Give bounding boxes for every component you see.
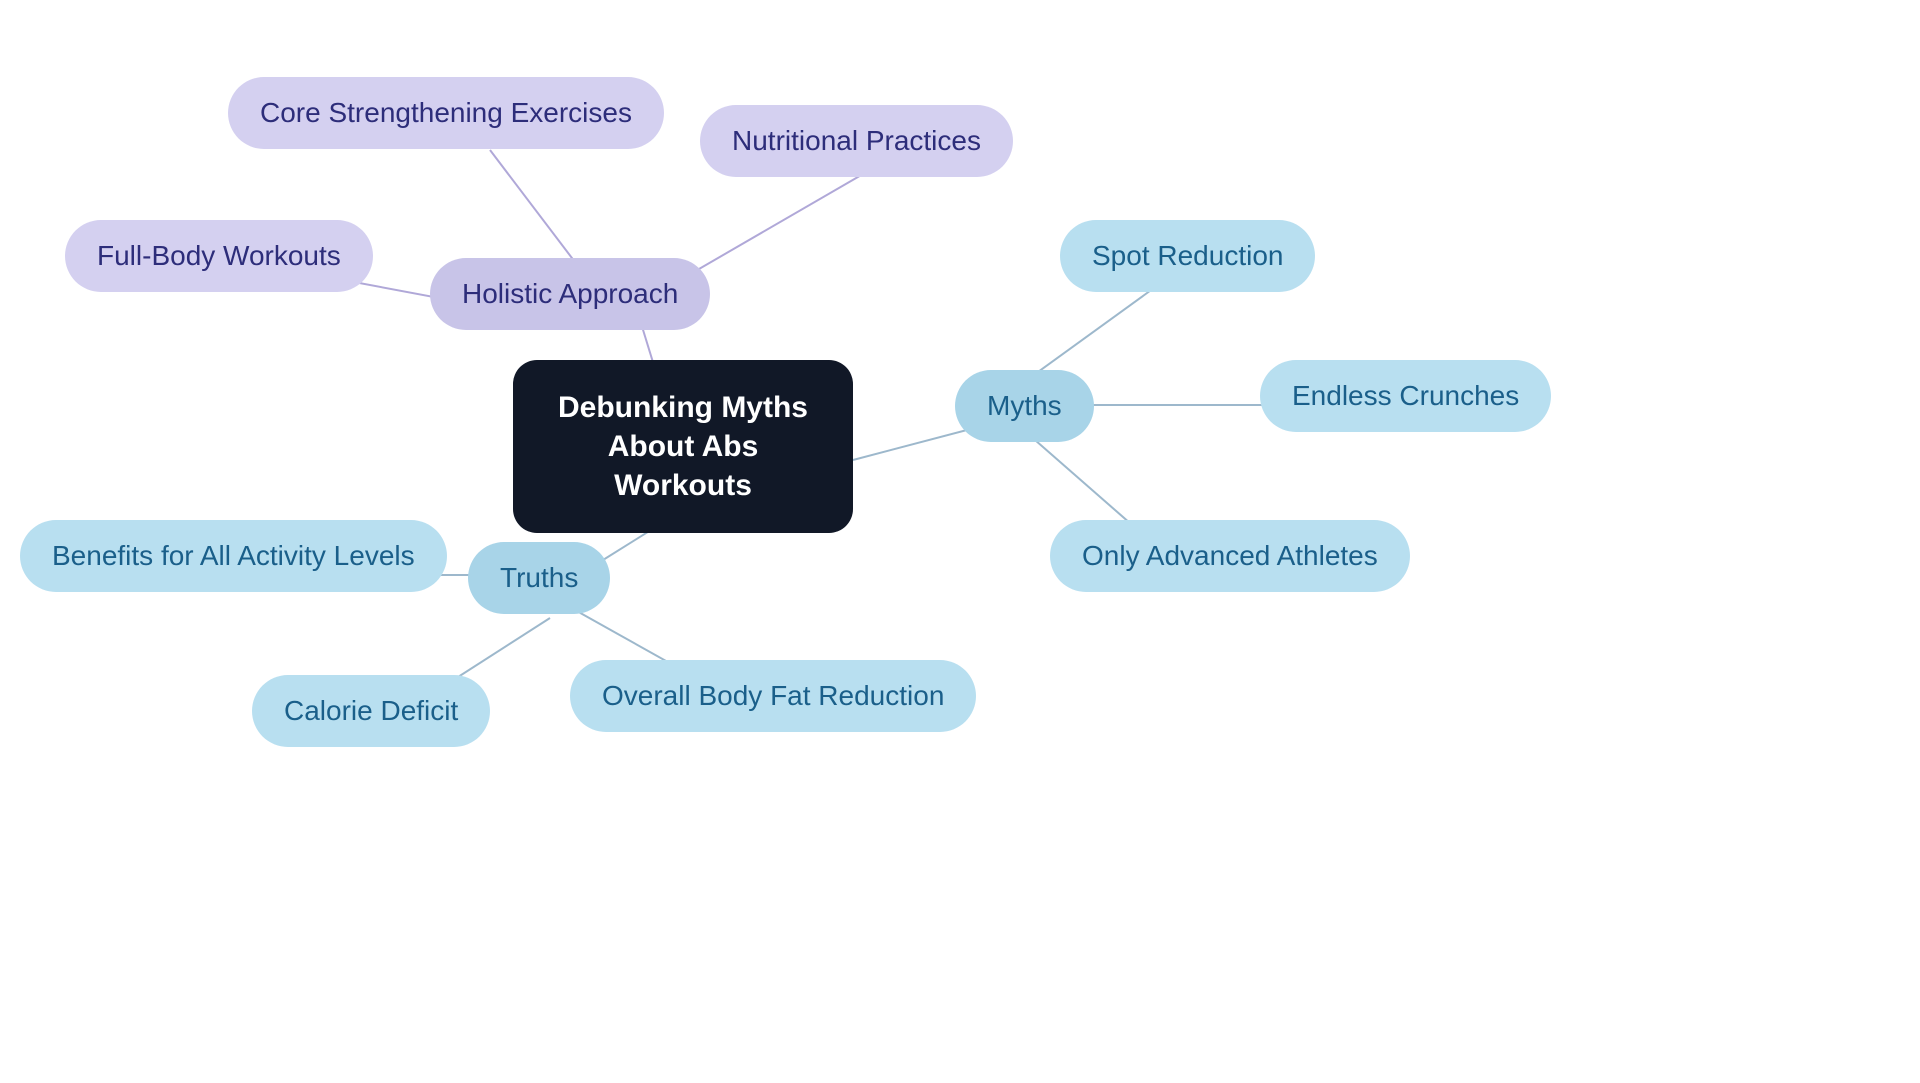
- node-full-body-workouts: Full-Body Workouts: [65, 220, 373, 292]
- node-only-advanced-athletes: Only Advanced Athletes: [1050, 520, 1410, 592]
- node-truths: Truths: [468, 542, 610, 614]
- node-nutritional-practices: Nutritional Practices: [700, 105, 1013, 177]
- node-holistic-approach: Holistic Approach: [430, 258, 710, 330]
- center-node: Debunking Myths About Abs Workouts: [513, 360, 853, 533]
- node-endless-crunches: Endless Crunches: [1260, 360, 1551, 432]
- line-holistic-nutritional: [680, 170, 870, 280]
- node-calorie-deficit: Calorie Deficit: [252, 675, 490, 747]
- node-overall-body-fat-reduction: Overall Body Fat Reduction: [570, 660, 976, 732]
- node-core-exercises: Core Strengthening Exercises: [228, 77, 664, 149]
- node-spot-reduction: Spot Reduction: [1060, 220, 1315, 292]
- node-benefits-activity-levels: Benefits for All Activity Levels: [20, 520, 447, 592]
- node-myths: Myths: [955, 370, 1094, 442]
